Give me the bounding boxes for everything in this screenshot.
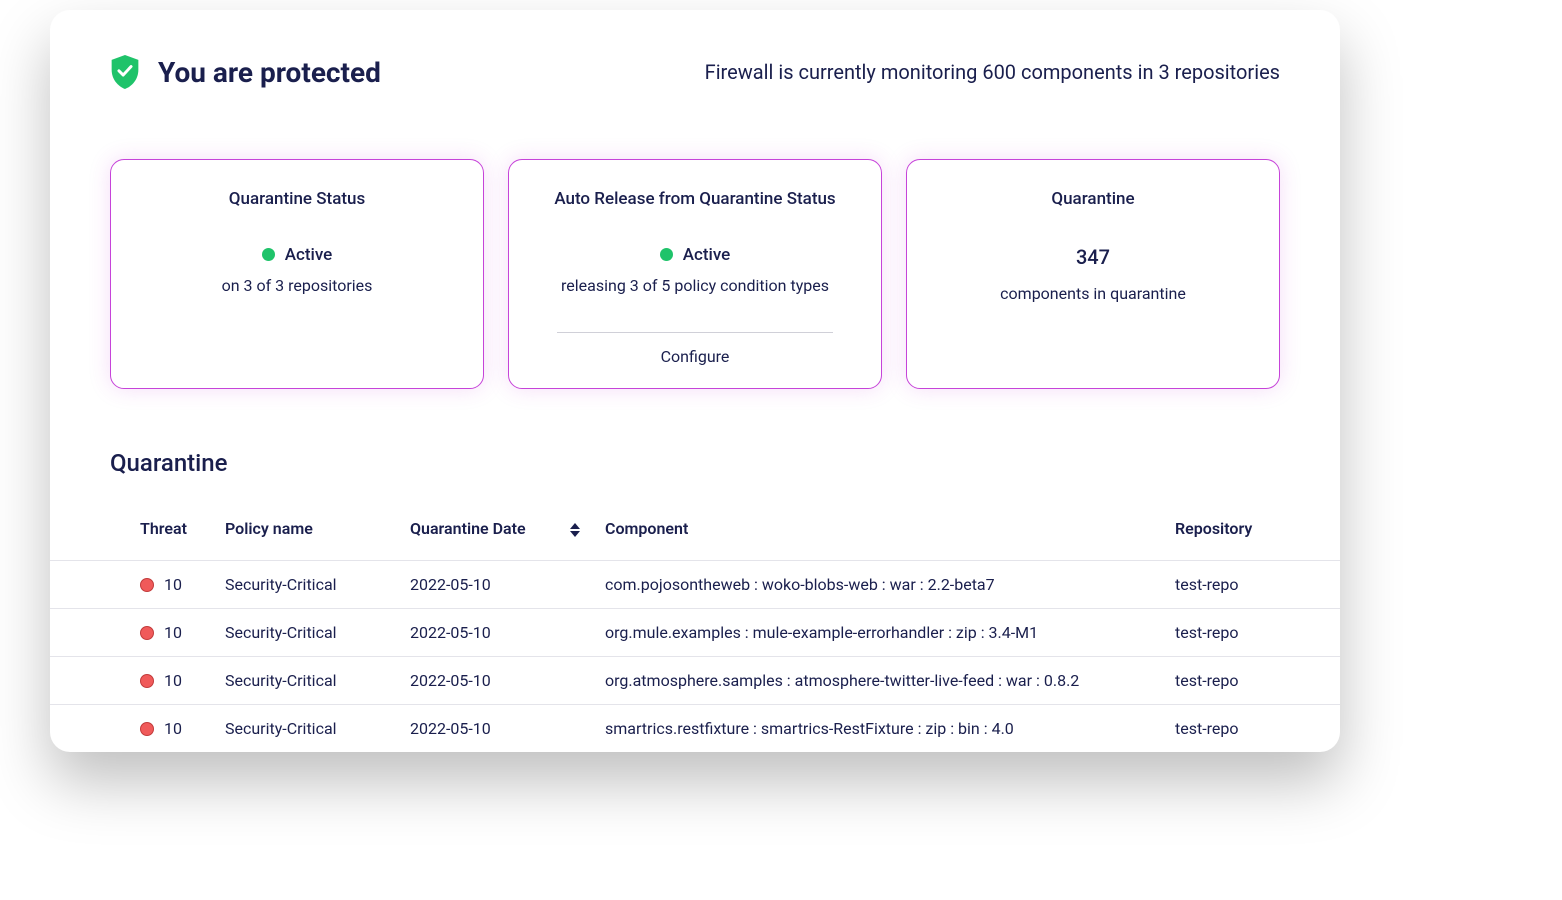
threat-score: 10 bbox=[164, 575, 182, 594]
threat-score: 10 bbox=[164, 623, 182, 642]
col-header-repo[interactable]: Repository bbox=[1165, 505, 1340, 561]
sort-icon[interactable] bbox=[570, 523, 580, 537]
repo-cell: test-repo bbox=[1165, 657, 1340, 705]
component-cell: com.pojosontheweb : woko-blobs-web : war… bbox=[595, 561, 1165, 609]
threat-score: 10 bbox=[164, 719, 182, 738]
quarantine-status-card[interactable]: Quarantine Status Active on 3 of 3 repos… bbox=[110, 159, 484, 389]
card-title: Auto Release from Quarantine Status bbox=[529, 188, 861, 211]
table-row[interactable]: 10 Security-Critical2022-05-10com.pojoson… bbox=[50, 561, 1340, 609]
auto-release-card[interactable]: Auto Release from Quarantine Status Acti… bbox=[508, 159, 882, 389]
threat-dot-icon bbox=[140, 722, 154, 736]
quarantine-count: 347 bbox=[927, 245, 1259, 269]
quarantine-count-card[interactable]: Quarantine 347 components in quarantine bbox=[906, 159, 1280, 389]
component-cell: org.mule.examples : mule-example-errorha… bbox=[595, 609, 1165, 657]
date-cell: 2022-05-10 bbox=[400, 705, 595, 753]
table-header-row: Threat Policy name Quarantine Date Compo… bbox=[50, 505, 1340, 561]
threat-cell: 10 bbox=[50, 705, 215, 753]
configure-link[interactable]: Configure bbox=[529, 347, 861, 366]
repo-cell: test-repo bbox=[1165, 705, 1340, 753]
dashboard-panel: You are protected Firewall is currently … bbox=[50, 10, 1340, 752]
table-row[interactable]: 10 Security-Critical2022-05-10smartrics.r… bbox=[50, 705, 1340, 753]
threat-cell: 10 bbox=[50, 657, 215, 705]
monitoring-summary: Firewall is currently monitoring 600 com… bbox=[705, 60, 1280, 84]
component-cell: smartrics.restfixture : smartrics-RestFi… bbox=[595, 705, 1165, 753]
threat-cell: 10 bbox=[50, 609, 215, 657]
date-cell: 2022-05-10 bbox=[400, 657, 595, 705]
component-cell: org.atmosphere.samples : atmosphere-twit… bbox=[595, 657, 1165, 705]
shield-check-icon bbox=[110, 55, 140, 89]
threat-dot-icon bbox=[140, 578, 154, 592]
col-header-date[interactable]: Quarantine Date bbox=[400, 505, 595, 561]
count-detail: components in quarantine bbox=[927, 283, 1259, 305]
active-dot-icon bbox=[660, 248, 673, 261]
header-row: You are protected Firewall is currently … bbox=[50, 55, 1340, 89]
table-row[interactable]: 10 Security-Critical2022-05-10org.mule.ex… bbox=[50, 609, 1340, 657]
status-cards-row: Quarantine Status Active on 3 of 3 repos… bbox=[50, 159, 1340, 389]
threat-cell: 10 bbox=[50, 561, 215, 609]
table-row[interactable]: 10 Security-Critical2022-05-10org.atmosph… bbox=[50, 657, 1340, 705]
policy-cell: Security-Critical bbox=[215, 561, 400, 609]
status-line: Active bbox=[131, 245, 463, 265]
date-cell: 2022-05-10 bbox=[400, 561, 595, 609]
policy-cell: Security-Critical bbox=[215, 705, 400, 753]
active-dot-icon bbox=[262, 248, 275, 261]
quarantine-section-title: Quarantine bbox=[50, 449, 1340, 477]
page-title: You are protected bbox=[158, 56, 381, 89]
card-title: Quarantine Status bbox=[131, 188, 463, 211]
col-header-policy[interactable]: Policy name bbox=[215, 505, 400, 561]
col-header-component[interactable]: Component bbox=[595, 505, 1165, 561]
status-detail: releasing 3 of 5 policy condition types bbox=[529, 275, 861, 297]
date-cell: 2022-05-10 bbox=[400, 609, 595, 657]
threat-dot-icon bbox=[140, 626, 154, 640]
status-text: Active bbox=[683, 245, 731, 265]
header-left: You are protected bbox=[110, 55, 381, 89]
policy-cell: Security-Critical bbox=[215, 657, 400, 705]
policy-cell: Security-Critical bbox=[215, 609, 400, 657]
col-header-threat[interactable]: Threat bbox=[50, 505, 215, 561]
status-detail: on 3 of 3 repositories bbox=[131, 275, 463, 297]
status-line: Active bbox=[529, 245, 861, 265]
threat-score: 10 bbox=[164, 671, 182, 690]
card-title: Quarantine bbox=[927, 188, 1259, 211]
repo-cell: test-repo bbox=[1165, 609, 1340, 657]
quarantine-table: Threat Policy name Quarantine Date Compo… bbox=[50, 505, 1340, 752]
repo-cell: test-repo bbox=[1165, 561, 1340, 609]
threat-dot-icon bbox=[140, 674, 154, 688]
divider bbox=[557, 332, 833, 333]
status-text: Active bbox=[285, 245, 333, 265]
